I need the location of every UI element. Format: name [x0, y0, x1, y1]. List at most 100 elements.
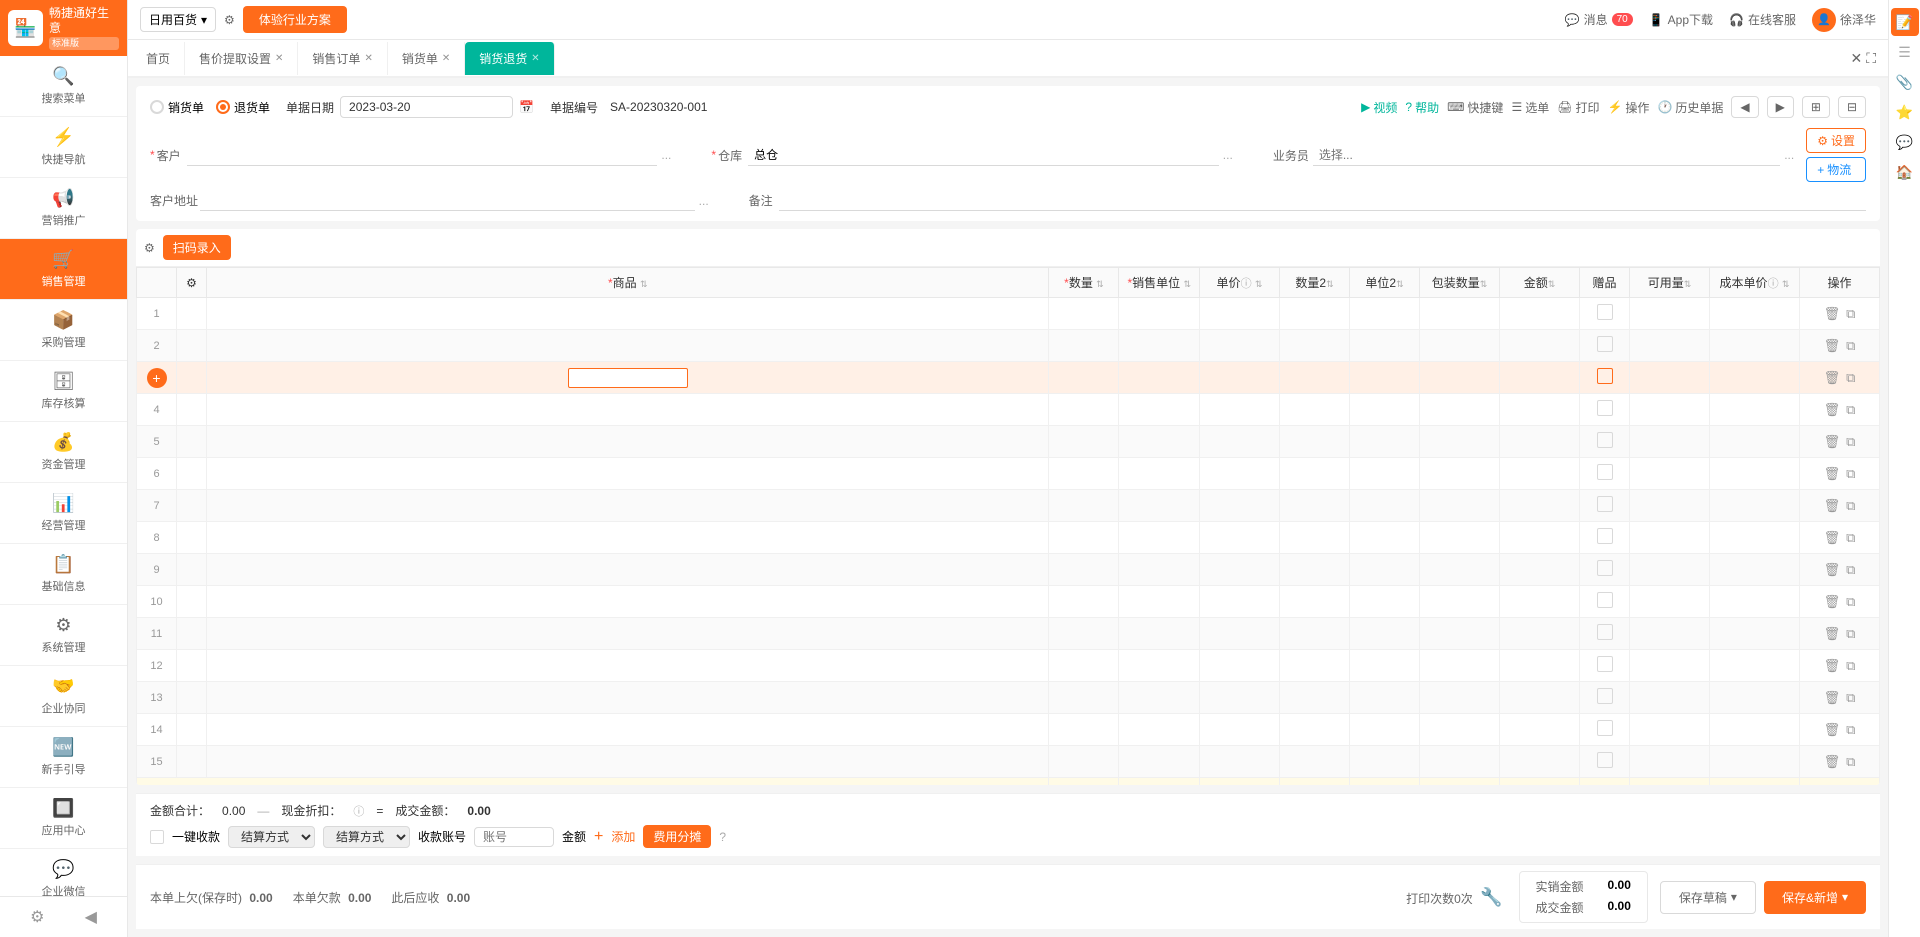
row-10-qty[interactable] — [1049, 586, 1119, 618]
radio-sale[interactable]: 销货单 — [150, 99, 204, 116]
row-1-unit2[interactable] — [1350, 298, 1420, 330]
row-5-gift[interactable] — [1580, 426, 1630, 458]
row-6-qty2[interactable] — [1280, 458, 1350, 490]
tab-sales[interactable]: 销货单 ✕ — [388, 42, 465, 75]
operate-btn[interactable]: ⚡ 操作 — [1607, 99, 1649, 116]
setup-btn[interactable]: ⚙ 设置 — [1806, 128, 1866, 153]
row-5-product[interactable] — [207, 426, 1049, 458]
row-2-copy-icon[interactable]: ⧉ — [1846, 338, 1855, 354]
row-13-available[interactable] — [1630, 682, 1710, 714]
staff-dots[interactable]: ... — [1784, 148, 1794, 162]
user-profile[interactable]: 👤 徐泽华 — [1812, 8, 1876, 32]
row-5-unit[interactable] — [1119, 426, 1200, 458]
row-15-unit[interactable] — [1119, 746, 1200, 778]
staff-input[interactable] — [1313, 145, 1780, 166]
tab-sales-order[interactable]: 销售订单 ✕ — [298, 42, 387, 75]
note-input[interactable] — [779, 190, 1866, 211]
row-4-qty2[interactable] — [1280, 394, 1350, 426]
row-8-available[interactable] — [1630, 522, 1710, 554]
row-3-gift-checkbox[interactable] — [1597, 368, 1613, 384]
row-12-gift-checkbox[interactable] — [1597, 656, 1613, 672]
row-4-product[interactable] — [207, 394, 1049, 426]
calendar-icon[interactable]: 📅 — [519, 100, 534, 114]
row-3-gift[interactable] — [1580, 362, 1630, 394]
row-5-unit2[interactable] — [1350, 426, 1420, 458]
row-15-pkg[interactable] — [1420, 746, 1500, 778]
cost-sort-icon[interactable]: ⇅ — [1782, 279, 1790, 289]
experience-btn[interactable]: 体验行业方案 — [243, 6, 347, 33]
row-14-qty[interactable] — [1049, 714, 1119, 746]
row-4-unit2[interactable] — [1350, 394, 1420, 426]
row-8-product[interactable] — [207, 522, 1049, 554]
row-6-gift-checkbox[interactable] — [1597, 464, 1613, 480]
shortcut-btn[interactable]: ⌨ 快捷键 — [1447, 99, 1503, 116]
row-1-qty2[interactable] — [1280, 298, 1350, 330]
row-1-delete-icon[interactable]: 🗑 — [1824, 306, 1841, 322]
row-2-qty[interactable] — [1049, 330, 1119, 362]
right-sidebar-form-icon[interactable]: 📝 — [1891, 8, 1919, 36]
date-input[interactable] — [340, 96, 513, 118]
add-payment-label[interactable]: 添加 — [611, 828, 635, 845]
row-6-unit2[interactable] — [1350, 458, 1420, 490]
row-2-delete-icon[interactable]: 🗑 — [1824, 338, 1841, 354]
help-btn[interactable]: ? 帮助 — [1405, 99, 1439, 116]
available-sort-icon[interactable]: ⇅ — [1684, 279, 1692, 289]
row-12-copy-icon[interactable]: ⧉ — [1846, 658, 1855, 674]
row-4-qty[interactable] — [1049, 394, 1119, 426]
amount-sort-icon[interactable]: ⇅ — [1548, 279, 1556, 289]
customer-input[interactable] — [187, 145, 658, 166]
row-5-delete-icon[interactable]: 🗑 — [1824, 434, 1841, 450]
row-1-qty[interactable] — [1049, 298, 1119, 330]
row-13-amount[interactable] — [1500, 682, 1580, 714]
expand-tab-btn[interactable]: ⛶ — [1866, 50, 1876, 67]
row-13-unit2[interactable] — [1350, 682, 1420, 714]
row-5-copy-icon[interactable]: ⧉ — [1846, 434, 1855, 450]
row-4-gift[interactable] — [1580, 394, 1630, 426]
tab-home[interactable]: 首页 — [132, 42, 185, 75]
fee-split-btn[interactable]: 费用分摊 — [643, 825, 711, 848]
warehouse-dots[interactable]: ... — [1223, 148, 1233, 162]
row-7-delete-icon[interactable]: 🗑 — [1824, 498, 1841, 514]
row-2-qty2[interactable] — [1280, 330, 1350, 362]
row-11-unit[interactable] — [1119, 618, 1200, 650]
row-9-qty[interactable] — [1049, 554, 1119, 586]
account-select[interactable]: 结算方式 — [323, 826, 410, 848]
row-14-qty2[interactable] — [1280, 714, 1350, 746]
message-btn[interactable]: 💬 消息 70 — [1565, 11, 1633, 28]
collapse-icon[interactable]: ◀ — [85, 907, 97, 927]
product-sort-icon[interactable]: ⇅ — [640, 279, 648, 289]
row-9-delete-icon[interactable]: 🗑 — [1824, 562, 1841, 578]
row-14-amount[interactable] — [1500, 714, 1580, 746]
row-6-delete-icon[interactable]: 🗑 — [1824, 466, 1841, 482]
row-5-qty2[interactable] — [1280, 426, 1350, 458]
sidebar-item-inventory[interactable]: 🗄 库存核算 — [0, 361, 127, 422]
row-14-pkg[interactable] — [1420, 714, 1500, 746]
row-12-unit[interactable] — [1119, 650, 1200, 682]
row-8-unit2[interactable] — [1350, 522, 1420, 554]
address-dots[interactable]: ... — [699, 194, 709, 208]
row-13-delete-icon[interactable]: 🗑 — [1824, 690, 1841, 706]
row-6-cost[interactable] — [1710, 458, 1800, 490]
row-8-price[interactable] — [1200, 522, 1280, 554]
tab-price-settings[interactable]: 售价提取设置 ✕ — [185, 42, 298, 75]
row-10-unit[interactable] — [1119, 586, 1200, 618]
right-sidebar-attach-icon[interactable]: 📎 — [1891, 68, 1919, 96]
right-sidebar-list-icon[interactable]: ☰ — [1891, 38, 1919, 66]
row-7-amount[interactable] — [1500, 490, 1580, 522]
right-sidebar-star-icon[interactable]: ⭐ — [1891, 98, 1919, 126]
row-5-cost[interactable] — [1710, 426, 1800, 458]
row-11-cost[interactable] — [1710, 618, 1800, 650]
row-2-unit2[interactable] — [1350, 330, 1420, 362]
save-draft-dropdown-icon[interactable]: ▾ — [1731, 890, 1737, 904]
row-8-amount[interactable] — [1500, 522, 1580, 554]
row-3-product[interactable] — [207, 362, 1049, 394]
row-4-gift-checkbox[interactable] — [1597, 400, 1613, 416]
right-sidebar-home-icon[interactable]: 🏠 — [1891, 158, 1919, 186]
row-11-qty[interactable] — [1049, 618, 1119, 650]
row-1-available[interactable] — [1630, 298, 1710, 330]
row-9-qty2[interactable] — [1280, 554, 1350, 586]
row-3-available[interactable] — [1630, 362, 1710, 394]
tab-sales-close[interactable]: ✕ — [442, 53, 450, 64]
tab-price-settings-close[interactable]: ✕ — [275, 53, 283, 64]
row-13-gift[interactable] — [1580, 682, 1630, 714]
